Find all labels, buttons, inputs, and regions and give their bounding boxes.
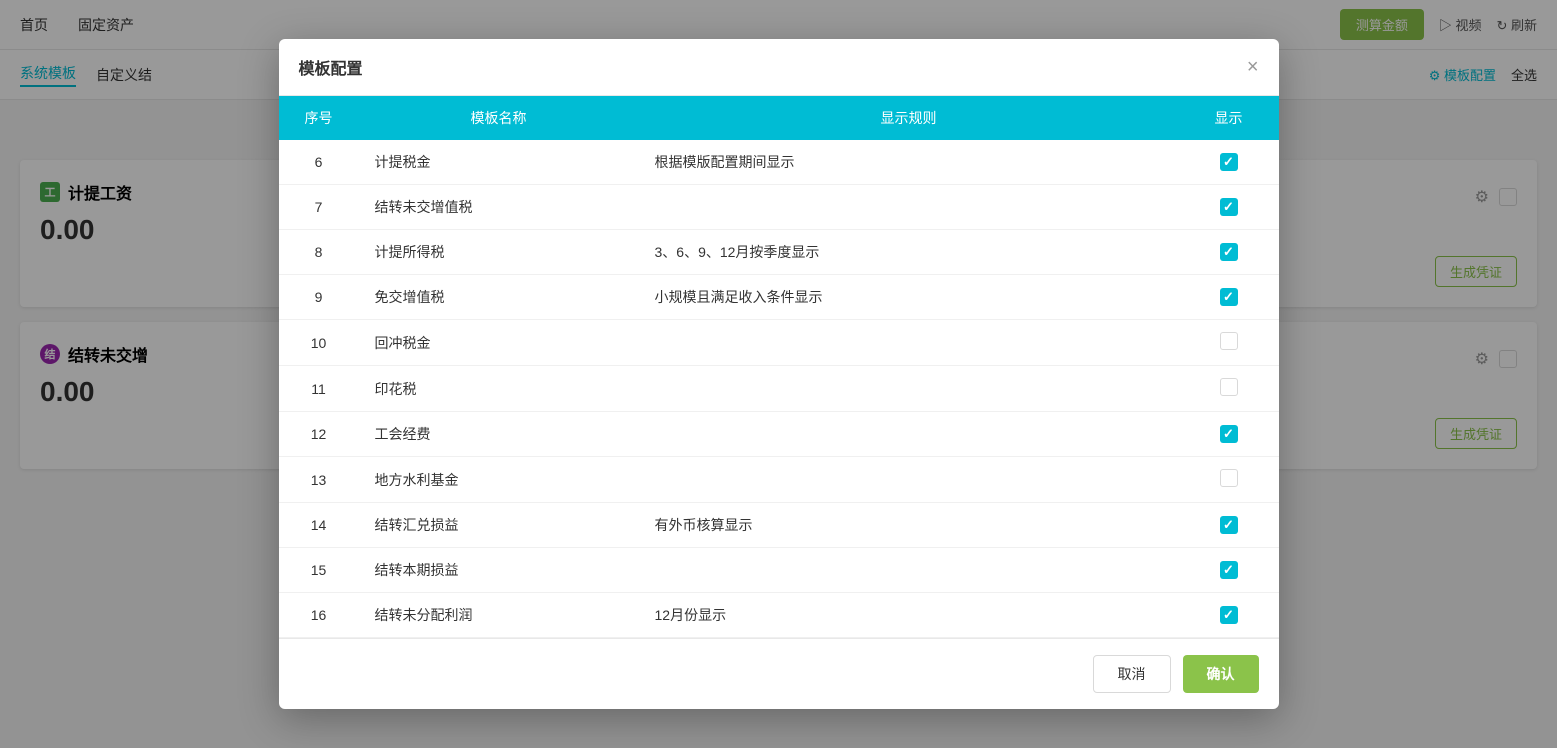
checkbox-row-1[interactable] bbox=[1220, 198, 1238, 216]
td-row-rule: 根据模版配置期间显示 bbox=[639, 140, 1179, 185]
td-row-name: 结转本期损益 bbox=[359, 548, 639, 593]
td-row-rule: 3、6、9、12月按季度显示 bbox=[639, 230, 1179, 275]
td-row-rule bbox=[639, 548, 1179, 593]
td-row-show[interactable] bbox=[1179, 230, 1279, 275]
td-row-index: 9 bbox=[279, 275, 359, 320]
checkbox-row-7[interactable] bbox=[1220, 469, 1238, 487]
td-row-index: 15 bbox=[279, 548, 359, 593]
td-row-index: 10 bbox=[279, 320, 359, 366]
modal-overlay: 模板配置 × 序号 模板名称 显示规则 显示 6计提税金根据模版配置期间显示7结… bbox=[0, 0, 1557, 748]
td-row-rule: 有外币核算显示 bbox=[639, 503, 1179, 548]
table-row: 7结转未交增值税 bbox=[279, 185, 1279, 230]
table-row: 8计提所得税3、6、9、12月按季度显示 bbox=[279, 230, 1279, 275]
table-row: 6计提税金根据模版配置期间显示 bbox=[279, 140, 1279, 185]
td-row-index: 8 bbox=[279, 230, 359, 275]
table-row: 12工会经费 bbox=[279, 412, 1279, 457]
td-row-name: 结转未交增值税 bbox=[359, 185, 639, 230]
td-row-name: 回冲税金 bbox=[359, 320, 639, 366]
th-name: 模板名称 bbox=[359, 96, 639, 140]
checkbox-row-4[interactable] bbox=[1220, 332, 1238, 350]
checkbox-row-6[interactable] bbox=[1220, 425, 1238, 443]
td-row-name: 工会经费 bbox=[359, 412, 639, 457]
th-index: 序号 bbox=[279, 96, 359, 140]
td-row-show[interactable] bbox=[1179, 503, 1279, 548]
th-show: 显示 bbox=[1179, 96, 1279, 140]
td-row-name: 免交增值税 bbox=[359, 275, 639, 320]
td-row-name: 结转未分配利润 bbox=[359, 593, 639, 638]
td-row-show[interactable] bbox=[1179, 457, 1279, 503]
table-row: 15结转本期损益 bbox=[279, 548, 1279, 593]
td-row-name: 计提税金 bbox=[359, 140, 639, 185]
td-row-index: 7 bbox=[279, 185, 359, 230]
modal-footer: 取消 确认 bbox=[279, 638, 1279, 709]
td-row-rule: 12月份显示 bbox=[639, 593, 1179, 638]
modal-title: 模板配置 bbox=[299, 55, 363, 79]
td-row-rule bbox=[639, 412, 1179, 457]
td-row-rule: 小规模且满足收入条件显示 bbox=[639, 275, 1179, 320]
table-row: 9免交增值税小规模且满足收入条件显示 bbox=[279, 275, 1279, 320]
table-row: 14结转汇兑损益有外币核算显示 bbox=[279, 503, 1279, 548]
td-row-show[interactable] bbox=[1179, 320, 1279, 366]
td-row-index: 12 bbox=[279, 412, 359, 457]
td-row-index: 16 bbox=[279, 593, 359, 638]
td-row-show[interactable] bbox=[1179, 548, 1279, 593]
modal-close-button[interactable]: × bbox=[1247, 57, 1259, 77]
checkbox-row-10[interactable] bbox=[1220, 606, 1238, 624]
td-row-show[interactable] bbox=[1179, 366, 1279, 412]
checkbox-row-8[interactable] bbox=[1220, 516, 1238, 534]
checkbox-row-2[interactable] bbox=[1220, 243, 1238, 261]
td-row-show[interactable] bbox=[1179, 185, 1279, 230]
checkbox-row-0[interactable] bbox=[1220, 153, 1238, 171]
td-row-index: 6 bbox=[279, 140, 359, 185]
td-row-rule bbox=[639, 457, 1179, 503]
td-row-show[interactable] bbox=[1179, 140, 1279, 185]
td-row-name: 印花税 bbox=[359, 366, 639, 412]
table-row: 13地方水利基金 bbox=[279, 457, 1279, 503]
modal-template-config: 模板配置 × 序号 模板名称 显示规则 显示 6计提税金根据模版配置期间显示7结… bbox=[279, 39, 1279, 709]
td-row-rule bbox=[639, 366, 1179, 412]
td-row-index: 14 bbox=[279, 503, 359, 548]
confirm-button[interactable]: 确认 bbox=[1183, 655, 1259, 693]
td-row-rule bbox=[639, 320, 1179, 366]
checkbox-row-3[interactable] bbox=[1220, 288, 1238, 306]
table-header-row: 序号 模板名称 显示规则 显示 bbox=[279, 96, 1279, 140]
table-row: 11印花税 bbox=[279, 366, 1279, 412]
td-row-name: 地方水利基金 bbox=[359, 457, 639, 503]
table-row: 10回冲税金 bbox=[279, 320, 1279, 366]
td-row-show[interactable] bbox=[1179, 593, 1279, 638]
td-row-index: 11 bbox=[279, 366, 359, 412]
table-row: 16结转未分配利润12月份显示 bbox=[279, 593, 1279, 638]
checkbox-row-9[interactable] bbox=[1220, 561, 1238, 579]
modal-header: 模板配置 × bbox=[279, 39, 1279, 96]
cancel-button[interactable]: 取消 bbox=[1093, 655, 1171, 693]
td-row-show[interactable] bbox=[1179, 275, 1279, 320]
td-row-name: 结转汇兑损益 bbox=[359, 503, 639, 548]
td-row-index: 13 bbox=[279, 457, 359, 503]
checkbox-row-5[interactable] bbox=[1220, 378, 1238, 396]
td-row-rule bbox=[639, 185, 1179, 230]
config-table: 序号 模板名称 显示规则 显示 6计提税金根据模版配置期间显示7结转未交增值税8… bbox=[279, 96, 1279, 638]
modal-body: 序号 模板名称 显示规则 显示 6计提税金根据模版配置期间显示7结转未交增值税8… bbox=[279, 96, 1279, 638]
th-rule: 显示规则 bbox=[639, 96, 1179, 140]
td-row-name: 计提所得税 bbox=[359, 230, 639, 275]
td-row-show[interactable] bbox=[1179, 412, 1279, 457]
